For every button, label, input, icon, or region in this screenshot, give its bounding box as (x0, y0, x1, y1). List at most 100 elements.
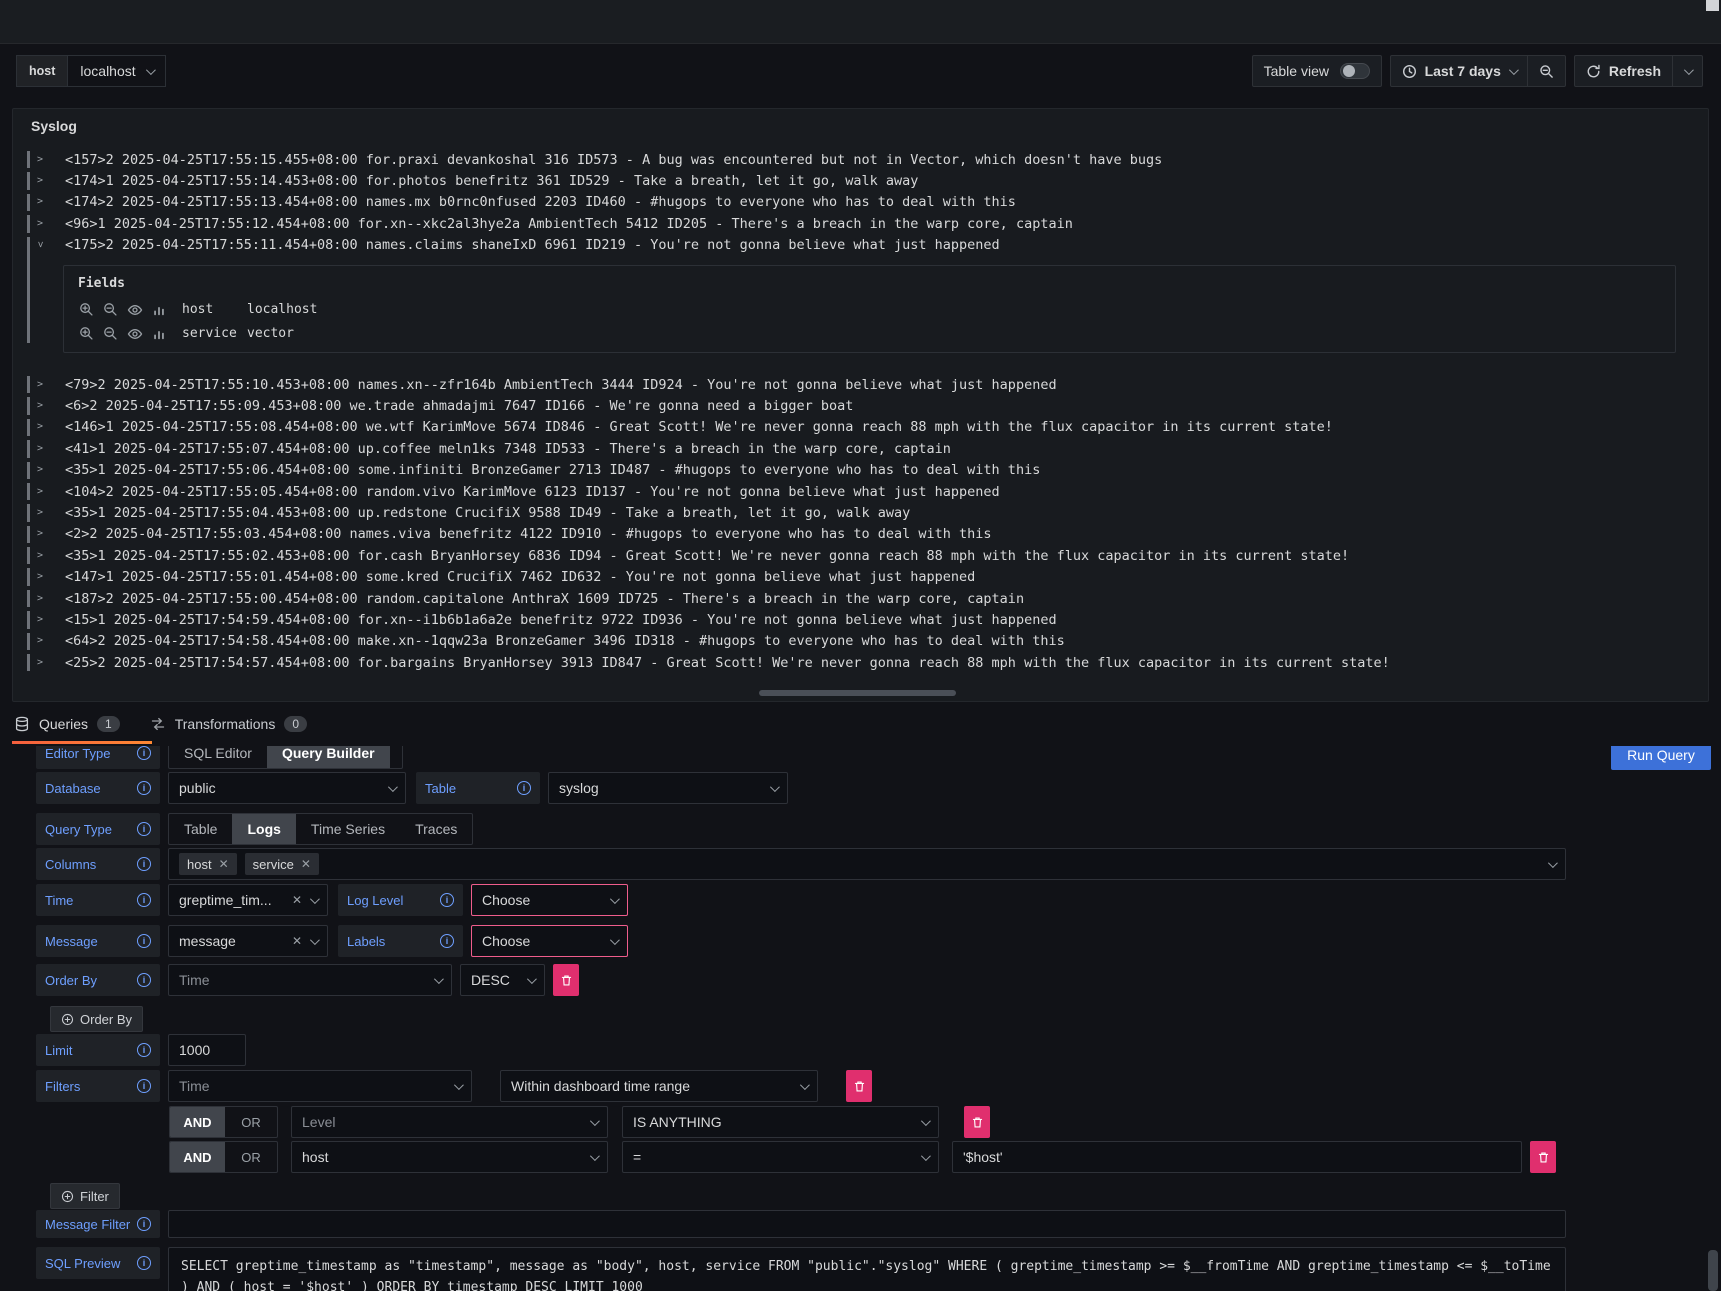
info-icon[interactable]: i (137, 857, 151, 871)
table-select[interactable]: syslog (548, 772, 788, 804)
log-row[interactable]: > <174>2 2025-04-25T17:55:13.454+08:00 na… (27, 192, 1700, 213)
template-variable-picker[interactable]: host localhost (16, 55, 166, 87)
info-icon[interactable]: i (137, 1217, 151, 1231)
log-row[interactable]: > <15>1 2025-04-25T17:54:59.454+08:00 for… (27, 609, 1700, 630)
info-icon[interactable]: i (440, 893, 454, 907)
labels-label: Labels i (338, 925, 463, 957)
order-by-row: Order By i Time DESC (36, 964, 579, 996)
info-icon[interactable]: i (137, 1256, 151, 1270)
and-option[interactable]: AND (170, 1107, 225, 1137)
clear-icon[interactable]: ✕ (292, 893, 302, 907)
query-type-traces[interactable]: Traces (400, 814, 472, 844)
labels-select[interactable]: Choose (471, 925, 628, 957)
log-row-expanded[interactable]: > <175>2 2025-04-25T17:55:11.454+08:00 na… (27, 235, 1700, 256)
info-icon[interactable]: i (137, 746, 151, 760)
remove-chip-icon[interactable]: ✕ (301, 857, 311, 871)
time-column-select[interactable]: greptime_tim... ✕ (168, 884, 328, 916)
add-filter-button[interactable]: Filter (50, 1183, 120, 1209)
filter-range-select[interactable]: Within dashboard time range (500, 1070, 818, 1102)
search-plus-icon[interactable] (78, 302, 95, 317)
or-option[interactable]: OR (225, 1142, 277, 1172)
condition-field-select[interactable]: host (291, 1141, 608, 1173)
limit-input[interactable]: 1000 (168, 1034, 246, 1066)
order-by-field-select[interactable]: Time (168, 964, 452, 996)
condition-value-input[interactable]: '$host' (952, 1141, 1522, 1173)
page-scrollbar-thumb[interactable] (1706, 0, 1719, 11)
condition-operator-select[interactable]: = (622, 1141, 939, 1173)
log-row[interactable]: > <64>2 2025-04-25T17:54:58.454+08:00 mak… (27, 631, 1700, 652)
query-type-table[interactable]: Table (169, 814, 232, 844)
order-direction-select[interactable]: DESC (460, 964, 545, 996)
log-row[interactable]: > <35>1 2025-04-25T17:55:06.454+08:00 som… (27, 460, 1700, 481)
fields-title: Fields (78, 275, 125, 291)
condition-operator-select[interactable]: IS ANYTHING (622, 1106, 939, 1138)
search-plus-icon[interactable] (78, 326, 95, 341)
database-select[interactable]: public (168, 772, 406, 804)
log-row[interactable]: > <35>1 2025-04-25T17:55:02.453+08:00 for… (27, 545, 1700, 566)
filter-field-select[interactable]: Time (168, 1070, 472, 1102)
columns-multiselect[interactable]: host ✕ service ✕ (168, 848, 1566, 880)
remove-chip-icon[interactable]: ✕ (219, 857, 229, 871)
info-icon[interactable]: i (137, 1043, 151, 1057)
log-row[interactable]: > <79>2 2025-04-25T17:55:10.453+08:00 nam… (27, 374, 1700, 395)
query-type-timeseries[interactable]: Time Series (296, 814, 400, 844)
info-icon[interactable]: i (137, 1079, 151, 1093)
refresh-button[interactable]: Refresh (1575, 56, 1672, 86)
log-row[interactable]: > <174>1 2025-04-25T17:55:14.453+08:00 fo… (27, 170, 1700, 191)
remove-filter-button[interactable] (846, 1070, 872, 1102)
info-icon[interactable]: i (517, 781, 531, 795)
remove-condition-button[interactable] (964, 1106, 990, 1138)
message-label: Message i (36, 925, 160, 957)
log-row[interactable]: > <187>2 2025-04-25T17:55:00.454+08:00 ra… (27, 588, 1700, 609)
table-view-toggle[interactable] (1339, 63, 1370, 79)
eye-icon[interactable] (126, 326, 143, 342)
info-icon[interactable]: i (137, 822, 151, 836)
log-row[interactable]: > <41>1 2025-04-25T17:55:07.454+08:00 up.… (27, 438, 1700, 459)
info-icon[interactable]: i (137, 934, 151, 948)
info-icon[interactable]: i (440, 934, 454, 948)
search-minus-icon[interactable] (102, 326, 119, 341)
remove-condition-button[interactable] (1530, 1141, 1556, 1173)
zoom-out-button[interactable] (1528, 56, 1565, 86)
expanded-log-entry: > <175>2 2025-04-25T17:55:11.454+08:00 na… (27, 235, 1700, 353)
page-scrollbar-thumb-lower[interactable] (1708, 1250, 1718, 1291)
tab-transformations[interactable]: Transformations 0 (150, 702, 308, 746)
column-chip-host[interactable]: host ✕ (179, 853, 237, 875)
search-minus-icon[interactable] (102, 302, 119, 317)
time-range-button[interactable]: Last 7 days (1391, 56, 1527, 86)
log-row[interactable]: > <146>1 2025-04-25T17:55:08.454+08:00 we… (27, 417, 1700, 438)
log-row[interactable]: > <2>2 2025-04-25T17:55:03.454+08:00 name… (27, 524, 1700, 545)
columns-label: Columns i (36, 848, 160, 880)
clear-icon[interactable]: ✕ (292, 934, 302, 948)
condition-field-select[interactable]: Level (291, 1106, 608, 1138)
log-row[interactable]: > <35>1 2025-04-25T17:55:04.453+08:00 up.… (27, 502, 1700, 523)
remove-order-by-button[interactable] (553, 964, 579, 996)
log-row[interactable]: > <147>1 2025-04-25T17:55:01.454+08:00 so… (27, 566, 1700, 587)
or-option[interactable]: OR (225, 1107, 277, 1137)
column-chip-service[interactable]: service ✕ (244, 853, 319, 875)
eye-icon[interactable] (126, 302, 143, 318)
add-order-by-button[interactable]: Order By (50, 1006, 144, 1032)
log-row[interactable]: > <6>2 2025-04-25T17:55:09.453+08:00 we.t… (27, 395, 1700, 416)
message-filter-input[interactable] (168, 1210, 1566, 1238)
log-level-select[interactable]: Choose (471, 884, 628, 916)
message-column-select[interactable]: message ✕ (168, 925, 328, 957)
stats-bars-icon[interactable] (150, 327, 167, 341)
log-row[interactable]: > <96>1 2025-04-25T17:55:12.454+08:00 for… (27, 213, 1700, 234)
query-type-logs[interactable]: Logs (232, 814, 296, 844)
and-or-switch: AND OR (169, 1106, 278, 1138)
info-icon[interactable]: i (137, 893, 151, 907)
dashboard-subheader: host localhost Table view Last 7 days Re… (16, 54, 1703, 88)
log-row[interactable]: > <25>2 2025-04-25T17:54:57.454+08:00 for… (27, 652, 1700, 673)
variable-value-dropdown[interactable]: localhost (68, 55, 166, 87)
log-row[interactable]: > <157>2 2025-04-25T17:55:15.455+08:00 fo… (27, 149, 1700, 170)
info-icon[interactable]: i (137, 973, 151, 987)
info-icon[interactable]: i (137, 781, 151, 795)
transformations-count-badge: 0 (284, 716, 308, 732)
log-row[interactable]: > <104>2 2025-04-25T17:55:05.454+08:00 ra… (27, 481, 1700, 502)
panel-horizontal-scrollbar[interactable] (759, 690, 956, 696)
tab-queries[interactable]: Queries 1 (14, 702, 120, 746)
refresh-interval-dropdown[interactable] (1673, 56, 1702, 86)
and-option[interactable]: AND (170, 1142, 225, 1172)
stats-bars-icon[interactable] (150, 303, 167, 317)
